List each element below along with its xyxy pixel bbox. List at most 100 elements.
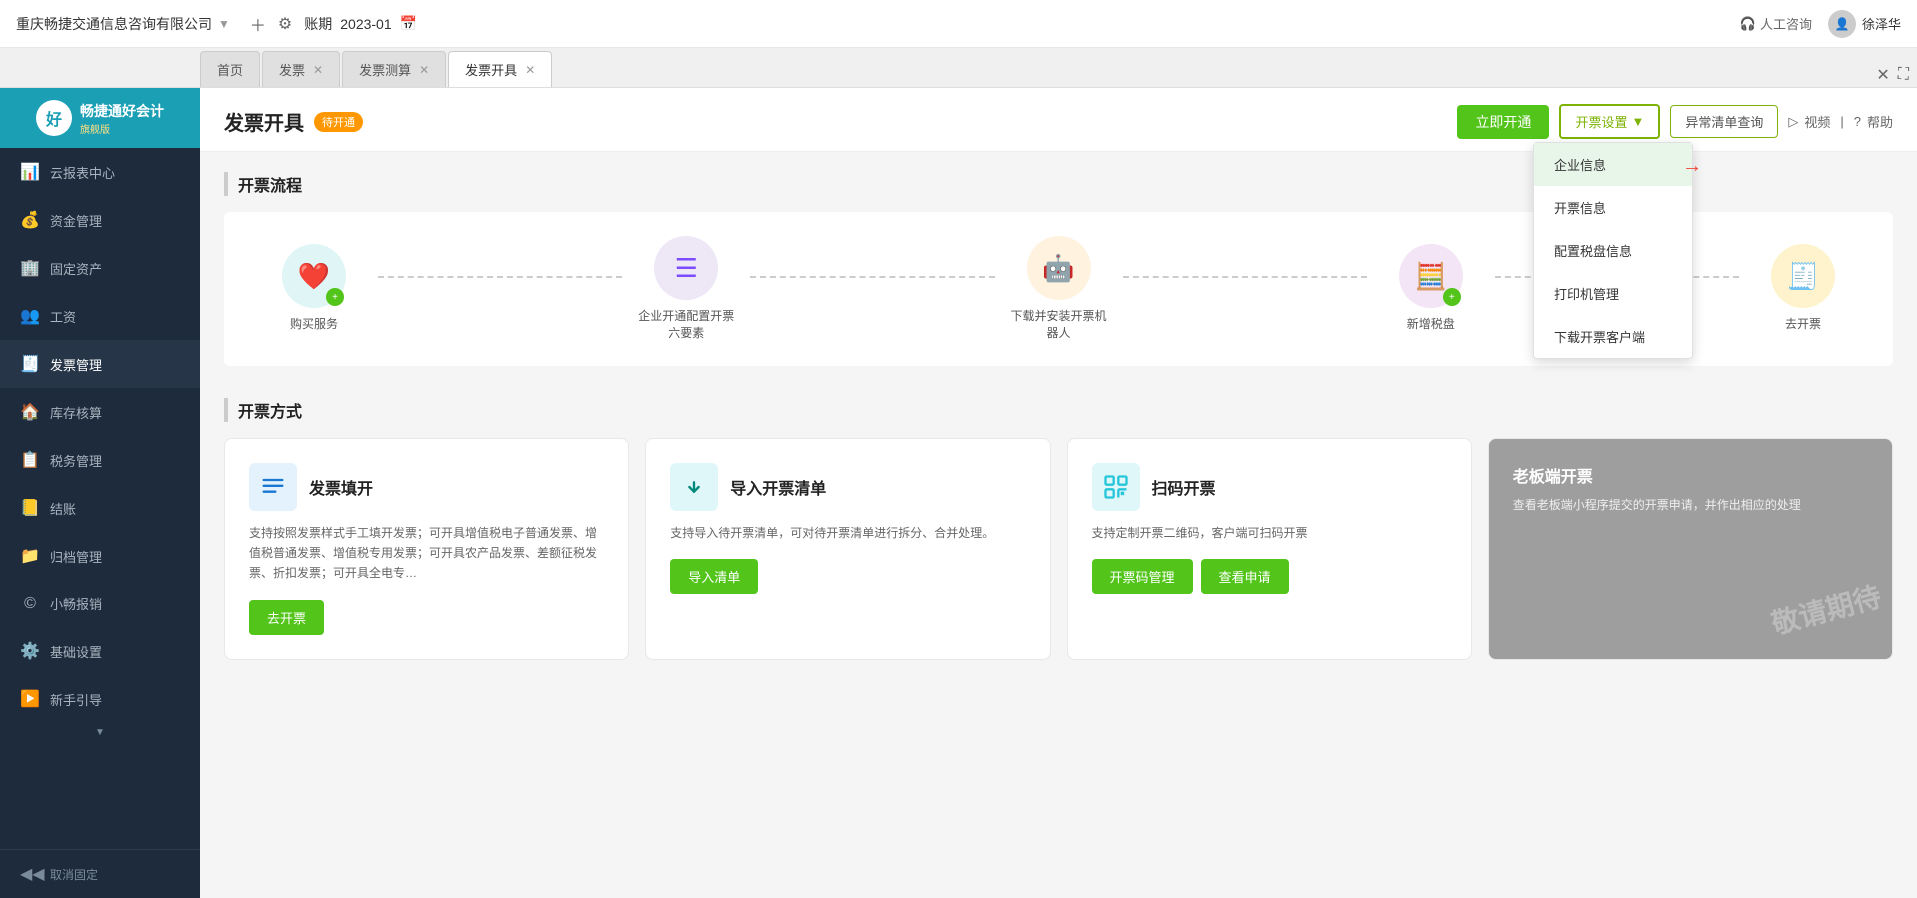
dropdown-item-invoice-info[interactable]: 开票信息	[1534, 186, 1692, 229]
view-apply-button[interactable]: 查看申请	[1201, 559, 1289, 594]
dropdown-item-printer[interactable]: 打印机管理	[1534, 272, 1692, 315]
immediate-open-button[interactable]: 立即开通	[1457, 105, 1549, 139]
dropdown-item-company-info[interactable]: 企业信息 →	[1534, 143, 1692, 186]
method-action-scan: 开票码管理 查看申请	[1092, 559, 1447, 594]
tab-invoice[interactable]: 发票 ✕	[262, 51, 340, 87]
period-label: 账期 2023-01 📅	[304, 14, 417, 34]
method-card-fill: 发票填开 支持按照发票样式手工填开发票；可开具增值税电子普通发票、增值税普通发票…	[224, 438, 629, 660]
step-label-1: 购买服务	[290, 316, 338, 333]
dropdown-item-taxdisk[interactable]: 配置税盘信息	[1534, 229, 1692, 272]
method-card-boss: 老板端开票 查看老板端小程序提交的开票申请，并作出相应的处理 敬请期待	[1488, 438, 1893, 660]
step-label-5: 去开票	[1785, 316, 1821, 333]
tab-invoice-issue[interactable]: 发票开具 ✕	[448, 51, 552, 87]
close-window-icon[interactable]: ✕	[1876, 65, 1889, 85]
sidebar-item-kucun[interactable]: 🏠 库存核算	[0, 388, 200, 436]
scroll-down-btn[interactable]: ▼	[95, 727, 105, 738]
user-info[interactable]: 👤 徐泽华	[1828, 10, 1901, 38]
method-card-fill-header: 发票填开	[249, 463, 604, 511]
sidebar-item-zijin[interactable]: 💰 资金管理	[0, 196, 200, 244]
dropdown-item-download-client[interactable]: 下载开票客户端	[1534, 315, 1692, 358]
home-icon: 🏠	[20, 402, 40, 422]
page-title-area: 发票开具 待开通	[224, 107, 363, 136]
header-actions: 立即开通 开票设置 ▼ 异常清单查询 ▷ 视频 | ? 帮助 企业信息	[1457, 104, 1893, 139]
logo-text: 畅捷通好会计	[80, 101, 164, 121]
fill-icon	[249, 463, 297, 511]
sidebar-item-shuiwu[interactable]: 📋 税务管理	[0, 436, 200, 484]
methods-section-title: 开票方式	[224, 398, 1893, 422]
tax-icon: 📋	[20, 450, 40, 470]
folder-icon: 📁	[20, 546, 40, 566]
money-icon: 💰	[20, 210, 40, 230]
logo-area: 好 畅捷通好会计 旗舰版	[0, 88, 200, 148]
sidebar-item-xinshouyindao[interactable]: ▶️ 新手引导	[0, 675, 200, 723]
tab-close-icon[interactable]: ✕	[313, 63, 323, 77]
dropdown-arrow-icon: ▼	[1631, 114, 1644, 129]
add-icon[interactable]: ＋	[250, 12, 266, 36]
step-icon-2: ☰	[654, 236, 718, 300]
flow-step-3: 🤖 下载并安装开票机器人	[999, 236, 1119, 342]
tab-label: 发票开具	[465, 60, 517, 79]
step-label-3: 下载并安装开票机器人	[1009, 308, 1109, 342]
sidebar-item-cancel-pin[interactable]: ◀◀ 取消固定	[0, 850, 200, 898]
logo-icon: 好	[36, 100, 72, 136]
method-card-import-header: 导入开票清单	[670, 463, 1025, 511]
chart-icon: 📊	[20, 162, 40, 182]
method-title-import: 导入开票清单	[730, 475, 826, 499]
top-bar-right: 🎧 人工咨询 👤 徐泽华	[1740, 10, 1901, 38]
tab-label: 发票测算	[359, 60, 411, 79]
fill-invoice-button[interactable]: 去开票	[249, 600, 324, 635]
sidebar-item-xiaochang[interactable]: © 小畅报销	[0, 580, 200, 627]
flow-step-1: ❤️ + 购买服务	[254, 244, 374, 333]
sidebar-item-jichushezhi[interactable]: ⚙️ 基础设置	[0, 627, 200, 675]
logo-text-area: 畅捷通好会计 旗舰版	[80, 101, 164, 136]
method-title-boss: 老板端开票	[1513, 463, 1868, 487]
sidebar-item-fapiao[interactable]: 🧾 发票管理	[0, 340, 200, 388]
sidebar-item-gudingzichan[interactable]: 🏢 固定资产	[0, 244, 200, 292]
import-icon	[670, 463, 718, 511]
invoice-settings-button[interactable]: 开票设置 ▼	[1559, 104, 1660, 139]
consulting-button[interactable]: 🎧 人工咨询	[1740, 14, 1812, 33]
content-area: 发票开具 待开通 立即开通 开票设置 ▼ 异常清单查询 ▷ 视频 | ? 帮助	[200, 88, 1917, 898]
method-card-import: 导入开票清单 支持导入待开票清单，可对待开票清单进行拆分、合并处理。 导入清单	[645, 438, 1050, 660]
pin-icon: ◀◀	[20, 864, 40, 884]
headset-icon: 🎧	[1740, 16, 1756, 32]
top-bar-actions: ＋ ⚙ 账期 2023-01 📅	[250, 12, 417, 36]
tab-label: 发票	[279, 60, 305, 79]
step-connector-1	[378, 276, 622, 278]
tab-close-icon[interactable]: ✕	[419, 63, 429, 77]
flow-step-4: 🧮 + 新增税盘	[1371, 244, 1491, 333]
method-desc-scan: 支持定制开票二维码，客户端可扫码开票	[1092, 523, 1447, 543]
page-title: 发票开具	[224, 107, 304, 136]
calendar-icon[interactable]: 📅	[400, 15, 417, 32]
tab-invoice-calc[interactable]: 发票测算 ✕	[342, 51, 446, 87]
method-card-scan-header: 扫码开票	[1092, 463, 1447, 511]
maximize-icon[interactable]: ⛶	[1898, 66, 1909, 84]
step-connector-2	[750, 276, 994, 278]
building-icon: 🏢	[20, 258, 40, 278]
step-badge-4: +	[1443, 288, 1461, 306]
help-circle-icon[interactable]: ?	[1854, 114, 1861, 129]
method-title-scan: 扫码开票	[1152, 475, 1216, 499]
scroll-indicator: ▼	[0, 723, 200, 742]
gear-icon: ⚙️	[20, 641, 40, 661]
qr-manage-button[interactable]: 开票码管理	[1092, 559, 1193, 594]
step-icon-1: ❤️ +	[282, 244, 346, 308]
play-circle-icon[interactable]: ▷	[1788, 114, 1798, 130]
import-list-button[interactable]: 导入清单	[670, 559, 758, 594]
sidebar-item-gongzi[interactable]: 👥 工资	[0, 292, 200, 340]
company-selector[interactable]: 重庆畅捷交通信息咨询有限公司 ▼	[16, 14, 230, 34]
methods-grid: 发票填开 支持按照发票样式手工填开发票；可开具增值税电子普通发票、增值税普通发票…	[224, 438, 1893, 660]
method-desc-import: 支持导入待开票清单，可对待开票清单进行拆分、合并处理。	[670, 523, 1025, 543]
method-card-scan: 扫码开票 支持定制开票二维码，客户端可扫码开票 开票码管理 查看申请	[1067, 438, 1472, 660]
sidebar-item-jiezhang[interactable]: 📒 结账	[0, 484, 200, 532]
sidebar-item-yunbiao[interactable]: 📊 云报表中心	[0, 148, 200, 196]
sidebar-item-guidang[interactable]: 📁 归档管理	[0, 532, 200, 580]
tab-bar: 首页 发票 ✕ 发票测算 ✕ 发票开具 ✕ ✕ ⛶	[0, 48, 1917, 88]
company-dropdown-icon: ▼	[218, 17, 230, 31]
settings-icon[interactable]: ⚙	[278, 14, 292, 34]
avatar: 👤	[1828, 10, 1856, 38]
step-icon-3: 🤖	[1027, 236, 1091, 300]
tab-close-icon[interactable]: ✕	[525, 63, 535, 77]
tab-home[interactable]: 首页	[200, 51, 260, 87]
abnormal-query-button[interactable]: 异常清单查询	[1670, 105, 1778, 138]
